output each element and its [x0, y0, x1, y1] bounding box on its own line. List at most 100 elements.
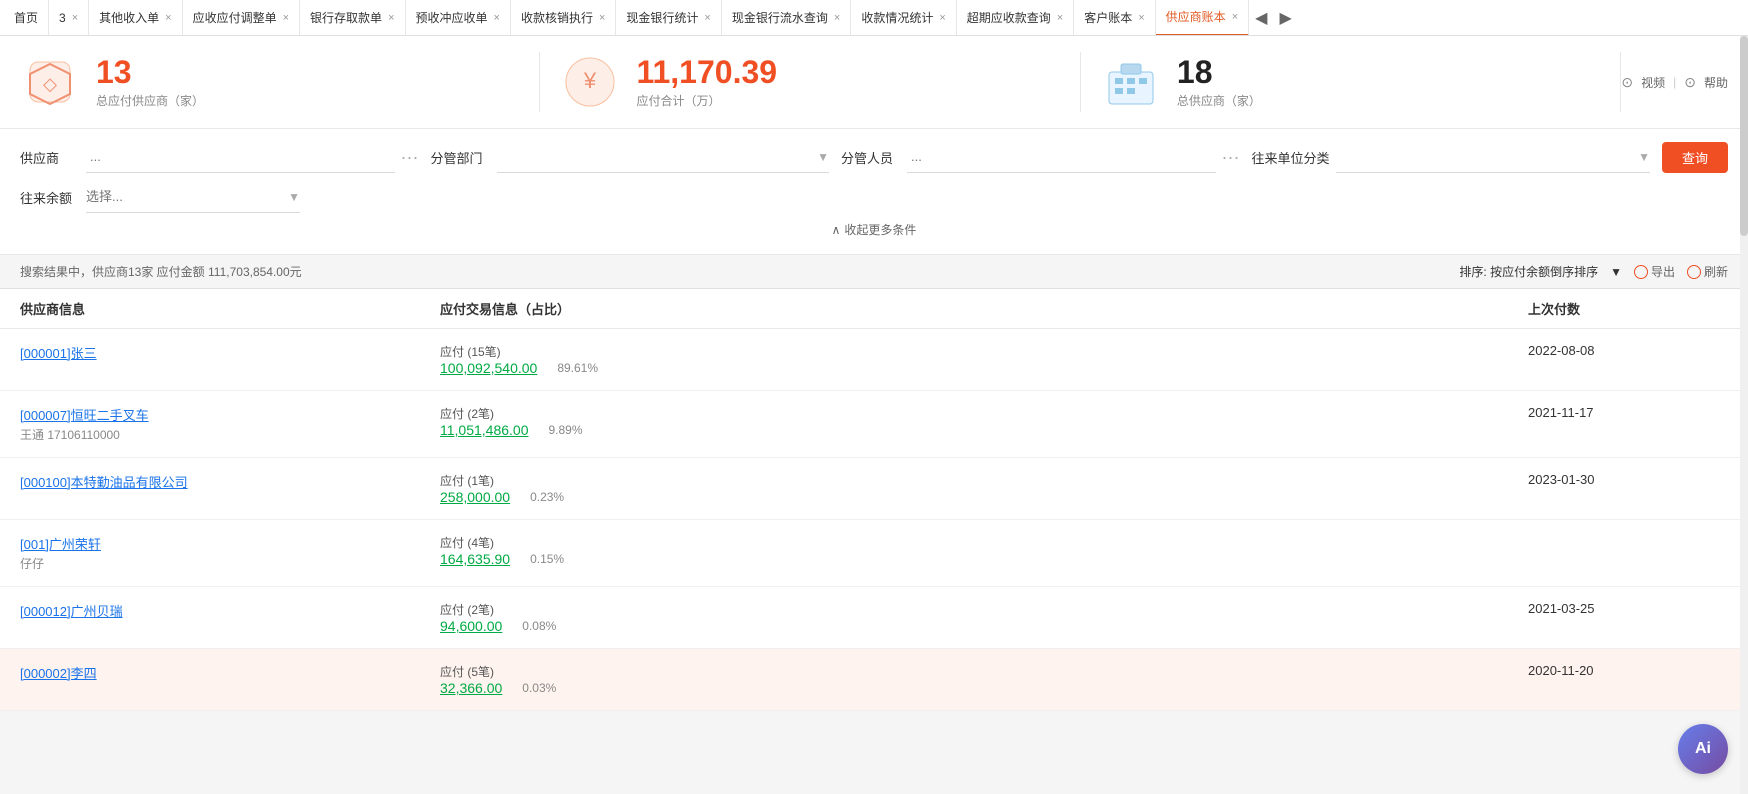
trans-amount-3[interactable]: 164,635.90 — [440, 551, 510, 567]
supplier-cell-3: [001]广州荣轩 仔仔 — [20, 534, 440, 572]
supplier-name-4[interactable]: [000012]广州贝瑞 — [20, 601, 440, 620]
supplier-filter-label: 供应商 — [20, 148, 80, 167]
nav-tab-overdue[interactable]: 超期应收款查询 × — [957, 0, 1074, 36]
circle-icon2: ⊙ — [1684, 74, 1696, 91]
dept-filter-label: 分管部门 — [431, 148, 491, 167]
payable-suppliers-label: 总应付供应商（家） — [96, 92, 204, 109]
export-icon — [1634, 265, 1648, 279]
collapse-filter-label: 收起更多条件 — [844, 221, 916, 238]
results-summary-text: 搜索结果中，供应商13家 应付金额 111,703,854.00元 — [20, 263, 302, 280]
help-link[interactable]: 帮助 — [1704, 74, 1728, 91]
nav-tab-bank[interactable]: 银行存取款单 × — [300, 0, 405, 36]
nav-tab-adjustment-label: 应收应付调整单 — [193, 9, 277, 26]
nav-tab-supplier-label: 供应商账本 — [1166, 8, 1226, 25]
col-header-lastpay: 上次付数 — [1528, 299, 1728, 318]
filter-group-person: 分管人员 ··· — [841, 141, 1240, 173]
nav-tab-other-income-label: 其他收入单 — [99, 9, 159, 26]
supplier-name-5[interactable]: [000002]李四 — [20, 663, 440, 682]
nav-tab-adjustment-close[interactable]: × — [283, 12, 289, 24]
supplier-name-0[interactable]: [000001]张三 — [20, 343, 440, 362]
nav-tab-overdue-close[interactable]: × — [1057, 12, 1063, 24]
nav-tab-supplier[interactable]: 供应商账本 × — [1156, 0, 1249, 36]
supplier-cell-2: [000100]本特勤油品有限公司 — [20, 472, 440, 491]
nav-tab-collection-stat-close[interactable]: × — [939, 12, 945, 24]
supplier-cell-5: [000002]李四 — [20, 663, 440, 682]
summary-text-payable-suppliers: 13 总应付供应商（家） — [96, 56, 204, 109]
summary-right-links: ⊙ 视频 | ⊙ 帮助 — [1621, 74, 1728, 91]
nav-tab-cashflow[interactable]: 现金银行流水查询 × — [722, 0, 851, 36]
refresh-button[interactable]: 刷新 — [1687, 263, 1728, 280]
export-button[interactable]: 导出 — [1634, 263, 1675, 280]
nav-tab-3-close[interactable]: × — [72, 12, 78, 24]
trans-row-0: 100,092,540.00 89.61% — [440, 360, 1528, 376]
lastpay-date-5: 2020-11-20 — [1528, 663, 1594, 678]
nav-arrow-left[interactable]: ◀ — [1249, 8, 1273, 28]
supplier-name-3[interactable]: [001]广州荣轩 — [20, 534, 440, 553]
supplier-name-1[interactable]: [000007]恒旺二手叉车 — [20, 405, 440, 424]
balance-dropdown-arrow: ▼ — [288, 190, 300, 204]
total-suppliers-num: 18 — [1177, 56, 1261, 88]
supplier-sub-1: 王通 17106110000 — [20, 426, 440, 443]
nav-tab-prepayment[interactable]: 预收冲应收单 × — [406, 0, 511, 36]
person-filter-input[interactable] — [907, 141, 1216, 173]
ai-button[interactable]: Ai — [1678, 724, 1728, 774]
lastpay-date-2: 2023-01-30 — [1528, 472, 1595, 487]
nav-tab-other-income[interactable]: 其他收入单 × — [89, 0, 182, 36]
nav-tab-cashflow-close[interactable]: × — [834, 12, 840, 24]
scrollbar[interactable] — [1740, 36, 1748, 794]
trans-row-5: 32,366.00 0.03% — [440, 680, 1528, 696]
nav-tab-bank-close[interactable]: × — [388, 12, 394, 24]
svg-text:¥: ¥ — [583, 68, 597, 93]
nav-tab-prepayment-close[interactable]: × — [494, 12, 500, 24]
nav-tab-home[interactable]: 首页 — [4, 0, 49, 36]
filter-row-1: 供应商 ··· 分管部门 ▼ 分管人员 ··· 往来单位分类 ▼ 查询 — [20, 141, 1728, 173]
supplier-name-2[interactable]: [000100]本特勤油品有限公司 — [20, 472, 440, 491]
nav-tab-customer[interactable]: 客户账本 × — [1074, 0, 1155, 36]
nav-tab-customer-close[interactable]: × — [1138, 12, 1144, 24]
trans-amount-5[interactable]: 32,366.00 — [440, 680, 502, 696]
dept-filter-dropdown[interactable]: ▼ — [497, 141, 830, 173]
trans-info-2: 应付 (1笔) 258,000.00 0.23% — [440, 472, 1528, 505]
balance-filter-input[interactable] — [86, 189, 288, 204]
lastpay-cell-0: 2022-08-08 — [1528, 343, 1728, 358]
trans-info-0: 应付 (15笔) 100,092,540.00 89.61% — [440, 343, 1528, 376]
person-dots-icon[interactable]: ··· — [1222, 147, 1240, 168]
nav-tab-collection-stat[interactable]: 收款情况统计 × — [851, 0, 956, 36]
sort-dropdown-arrow[interactable]: ▼ — [1610, 265, 1622, 279]
category-filter-dropdown[interactable]: ▼ — [1336, 141, 1650, 173]
lastpay-date-4: 2021-03-25 — [1528, 601, 1595, 616]
video-link[interactable]: 视频 — [1641, 74, 1665, 91]
trans-pct-5: 0.03% — [522, 681, 556, 695]
supplier-filter-input[interactable] — [86, 141, 395, 173]
trans-amount-1[interactable]: 11,051,486.00 — [440, 422, 529, 438]
trans-pct-3: 0.15% — [530, 552, 564, 566]
svg-text:◇: ◇ — [43, 74, 57, 94]
category-filter-input[interactable] — [1336, 149, 1639, 164]
refresh-label: 刷新 — [1704, 263, 1728, 280]
category-dropdown-arrow: ▼ — [1638, 150, 1650, 164]
trans-amount-4[interactable]: 94,600.00 — [440, 618, 502, 634]
nav-tab-adjustment[interactable]: 应收应付调整单 × — [183, 0, 300, 36]
collapse-filter-button[interactable]: ∧ 收起更多条件 — [20, 221, 1728, 238]
trans-info-1: 应付 (2笔) 11,051,486.00 9.89% — [440, 405, 1528, 438]
trans-amount-0[interactable]: 100,092,540.00 — [440, 360, 537, 376]
summary-item-payable-total: ¥ 11,170.39 应付合计（万） — [540, 52, 1080, 112]
nav-tab-collection[interactable]: 收款核销执行 × — [511, 0, 616, 36]
query-button[interactable]: 查询 — [1662, 142, 1728, 173]
nav-tab-cashbank-close[interactable]: × — [704, 12, 710, 24]
trans-amount-2[interactable]: 258,000.00 — [440, 489, 510, 505]
supplier-dots-icon[interactable]: ··· — [401, 147, 419, 168]
table-row: [000001]张三 应付 (15笔) 100,092,540.00 89.61… — [0, 329, 1748, 391]
nav-arrow-right[interactable]: ▶ — [1273, 8, 1297, 28]
payable-suppliers-num: 13 — [96, 56, 204, 88]
nav-tab-3[interactable]: 3 × — [49, 0, 89, 36]
nav-tab-supplier-close[interactable]: × — [1232, 11, 1238, 23]
nav-tab-cashbank[interactable]: 现金银行统计 × — [616, 0, 721, 36]
nav-tab-other-income-close[interactable]: × — [165, 12, 171, 24]
dept-filter-input[interactable] — [497, 149, 818, 164]
top-navigation: 首页 3 × 其他收入单 × 应收应付调整单 × 银行存取款单 × 预收冲应收单… — [0, 0, 1748, 36]
balance-filter-dropdown[interactable]: ▼ — [86, 181, 300, 213]
scroll-thumb[interactable] — [1740, 36, 1748, 236]
trans-info-4: 应付 (2笔) 94,600.00 0.08% — [440, 601, 1528, 634]
nav-tab-collection-close[interactable]: × — [599, 12, 605, 24]
